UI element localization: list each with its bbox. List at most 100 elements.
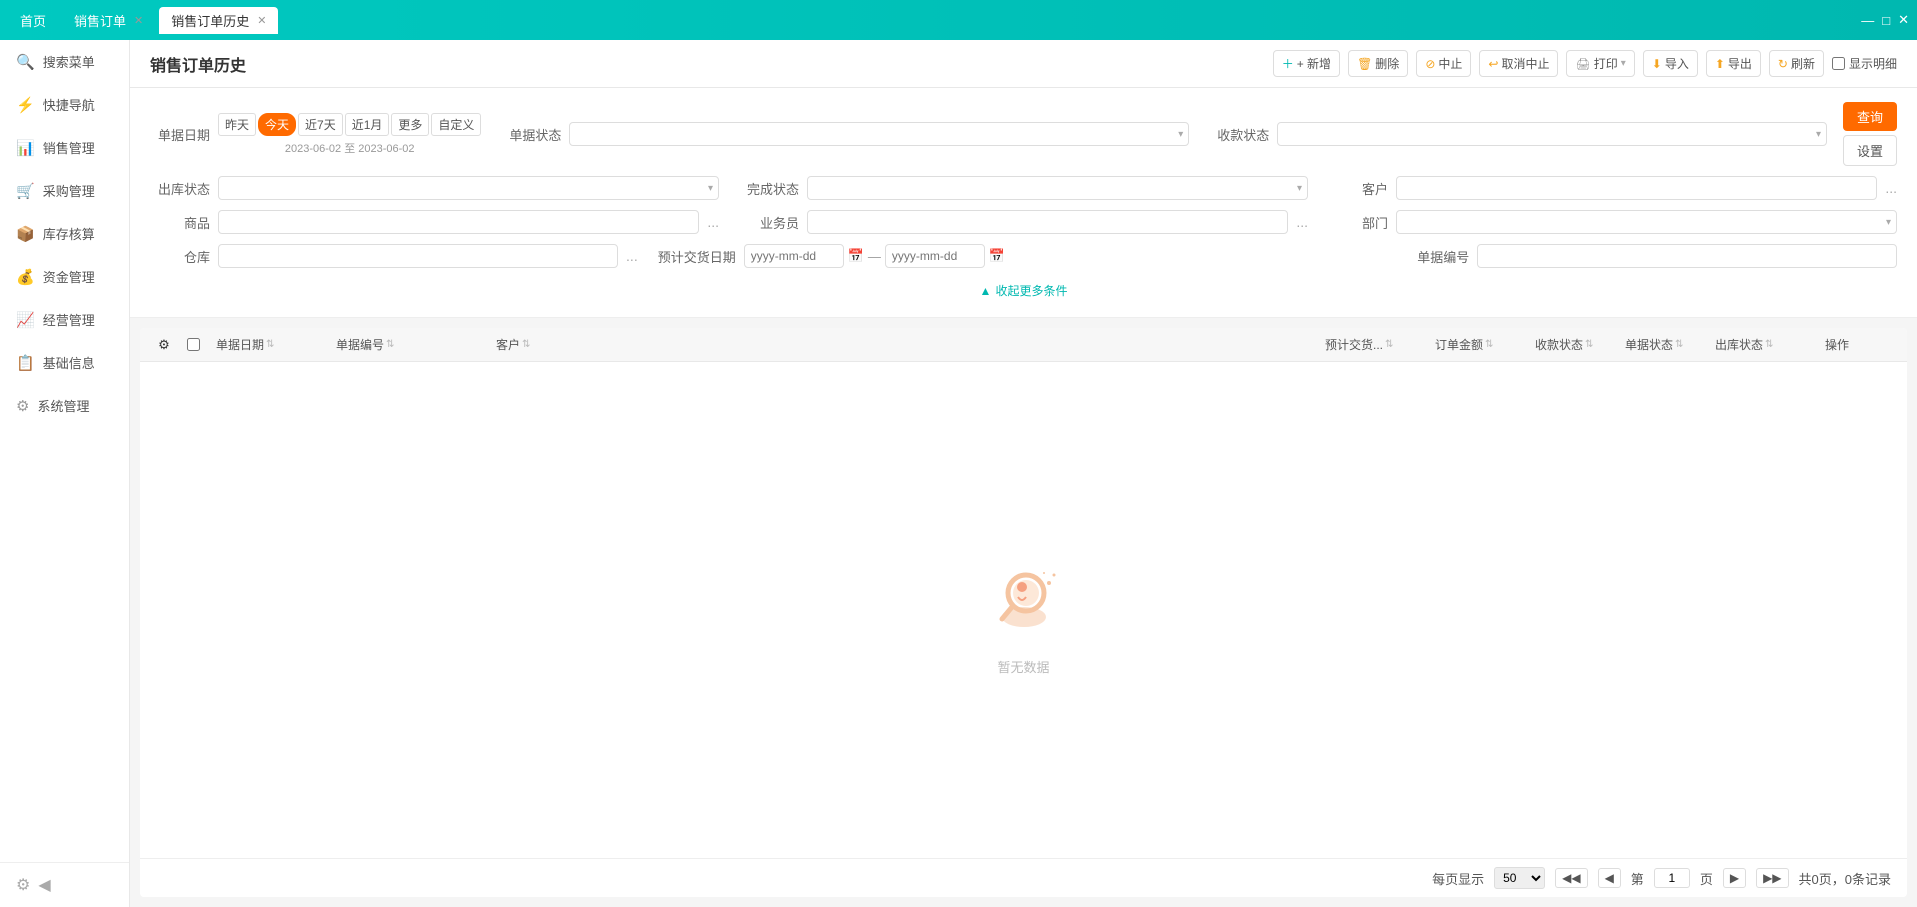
display-detail-checkbox-wrap[interactable]: 显示明细 bbox=[1832, 55, 1897, 72]
calendar-from-icon[interactable]: 📅 bbox=[848, 248, 864, 264]
th-customer[interactable]: 客户 ⇅ bbox=[488, 336, 1317, 353]
th-order-status[interactable]: 单据状态 ⇅ bbox=[1617, 336, 1707, 353]
delivery-date-label: 预计交货日期 bbox=[658, 247, 736, 266]
sidebar-item-business[interactable]: 📈 经营管理 bbox=[0, 298, 129, 341]
cancel-stop-button[interactable]: ↩ 取消中止 bbox=[1479, 50, 1558, 77]
prev-page-btn[interactable]: ◀ bbox=[1598, 868, 1621, 888]
sidebar-item-search[interactable]: 🔍 搜索菜单 bbox=[0, 40, 129, 83]
th-doc-date[interactable]: 单据日期 ⇅ bbox=[208, 336, 328, 353]
warehouse-dots-btn[interactable]: ... bbox=[626, 248, 638, 264]
empty-illustration bbox=[974, 545, 1074, 645]
warehouse-input[interactable] bbox=[218, 244, 618, 268]
pay-status-select[interactable] bbox=[1277, 122, 1827, 146]
date-range-display: 2023-06-02 至 2023-06-02 bbox=[285, 140, 415, 156]
sidebar-item-purchase[interactable]: 🛒 采购管理 bbox=[0, 169, 129, 212]
search-button[interactable]: 查询 bbox=[1843, 102, 1897, 131]
add-button[interactable]: ＋ + 新增 bbox=[1273, 50, 1340, 77]
collapse-up-icon: ▲ bbox=[980, 284, 992, 298]
sidebar-settings-btn[interactable]: ⚙ bbox=[16, 875, 30, 895]
export-icon: ⬆ bbox=[1715, 57, 1725, 71]
th-pay-status[interactable]: 收款状态 ⇅ bbox=[1527, 336, 1617, 353]
customer-input[interactable] bbox=[1396, 176, 1877, 200]
th-amount[interactable]: 订单金额 ⇅ bbox=[1427, 336, 1527, 353]
search-icon: 🔍 bbox=[16, 53, 35, 71]
delete-button[interactable]: 🗑 删除 bbox=[1348, 50, 1408, 77]
first-page-btn[interactable]: ◀◀ bbox=[1555, 868, 1587, 888]
delivery-date-to-input[interactable] bbox=[885, 244, 985, 268]
display-detail-checkbox[interactable] bbox=[1832, 57, 1845, 70]
settings-button[interactable]: 设置 bbox=[1843, 135, 1897, 166]
page-suffix: 页 bbox=[1700, 869, 1713, 888]
filter-dept: 部门 ▾ bbox=[1328, 210, 1897, 234]
finance-icon: 💰 bbox=[16, 268, 35, 286]
salesperson-dots-btn[interactable]: ... bbox=[1296, 214, 1308, 230]
print-button[interactable]: 🖨 打印 ▾ bbox=[1566, 50, 1634, 77]
doc-no-input[interactable] bbox=[1477, 244, 1897, 268]
sidebar-item-quicknav[interactable]: ⚡ 快捷导航 bbox=[0, 83, 129, 126]
empty-text: 暂无数据 bbox=[997, 657, 1049, 676]
sort-doc-no-icon: ⇅ bbox=[386, 339, 394, 350]
calendar-to-icon[interactable]: 📅 bbox=[989, 248, 1005, 264]
delivery-date-range: 📅 — 📅 bbox=[744, 244, 1005, 268]
refresh-button[interactable]: ↻ 刷新 bbox=[1769, 50, 1824, 77]
filter-row-3: 商品 ... 业务员 ... 部门 ▾ bbox=[150, 210, 1897, 234]
filter-complete-status: 完成状态 ▾ bbox=[739, 176, 1308, 200]
sidebar-item-info[interactable]: 📋 基础信息 bbox=[0, 341, 129, 384]
customer-dots-btn[interactable]: ... bbox=[1885, 180, 1897, 196]
doc-status-select[interactable] bbox=[569, 122, 1189, 146]
salesperson-input[interactable] bbox=[807, 210, 1288, 234]
sidebar-collapse-btn[interactable]: ◀ bbox=[38, 875, 50, 895]
date-btn-today[interactable]: 今天 bbox=[258, 113, 296, 136]
date-btn-custom[interactable]: 自定义 bbox=[431, 113, 481, 136]
product-dots-btn[interactable]: ... bbox=[707, 214, 719, 230]
sidebar-item-system[interactable]: ⚙ 系统管理 bbox=[0, 384, 129, 427]
date-btn-yesterday[interactable]: 昨天 bbox=[218, 113, 256, 136]
table-settings-icon[interactable]: ⚙ bbox=[150, 337, 178, 353]
date-btn-7days[interactable]: 近7天 bbox=[298, 113, 343, 136]
sales-icon: 📊 bbox=[16, 139, 35, 157]
page-title: 销售订单历史 bbox=[150, 52, 246, 76]
minimize-btn[interactable]: — bbox=[1861, 13, 1874, 28]
th-delivery[interactable]: 预计交货... ⇅ bbox=[1317, 336, 1427, 353]
export-button[interactable]: ⬆ 导出 bbox=[1706, 50, 1761, 77]
collapse-bar[interactable]: ▲ 收起更多条件 bbox=[150, 278, 1897, 303]
complete-status-select[interactable] bbox=[807, 176, 1308, 200]
salesperson-label: 业务员 bbox=[739, 213, 799, 232]
refresh-icon: ↻ bbox=[1778, 57, 1788, 71]
select-all-checkbox[interactable] bbox=[187, 338, 200, 351]
sidebar-item-sales[interactable]: 📊 销售管理 bbox=[0, 126, 129, 169]
close-btn[interactable]: ✕ bbox=[1898, 12, 1909, 28]
th-out-status[interactable]: 出库状态 ⇅ bbox=[1707, 336, 1817, 353]
tab-home[interactable]: 首页 bbox=[8, 7, 58, 34]
doc-no-label: 单据编号 bbox=[1409, 247, 1469, 266]
tab-sales-order-history[interactable]: 销售订单历史 ✕ bbox=[159, 7, 278, 34]
close-tab-sales-order-history[interactable]: ✕ bbox=[257, 14, 266, 27]
info-icon: 📋 bbox=[16, 354, 35, 372]
select-all-checkbox-col[interactable] bbox=[178, 338, 208, 351]
complete-status-label: 完成状态 bbox=[739, 179, 799, 198]
last-page-btn[interactable]: ▶▶ bbox=[1756, 868, 1788, 888]
product-input[interactable] bbox=[218, 210, 699, 234]
sidebar-item-finance[interactable]: 💰 资金管理 bbox=[0, 255, 129, 298]
import-button[interactable]: ⬇ 导入 bbox=[1643, 50, 1698, 77]
th-doc-no[interactable]: 单据编号 ⇅ bbox=[328, 336, 488, 353]
page-size-select[interactable]: 50 20 100 200 bbox=[1494, 867, 1545, 889]
delivery-date-from-input[interactable] bbox=[744, 244, 844, 268]
sort-pay-status-icon: ⇅ bbox=[1585, 339, 1593, 350]
out-status-select[interactable] bbox=[218, 176, 719, 200]
sort-delivery-icon: ⇅ bbox=[1385, 339, 1393, 350]
next-page-btn[interactable]: ▶ bbox=[1723, 868, 1746, 888]
close-tab-sales-order[interactable]: ✕ bbox=[134, 14, 143, 27]
dept-select[interactable] bbox=[1396, 210, 1897, 234]
empty-state: 暂无数据 bbox=[140, 362, 1907, 858]
date-btn-more[interactable]: 更多 bbox=[391, 113, 429, 136]
filter-out-status: 出库状态 ▾ bbox=[150, 176, 719, 200]
stop-icon: ⊘ bbox=[1425, 57, 1435, 71]
date-btn-1month[interactable]: 近1月 bbox=[345, 113, 390, 136]
tab-sales-order[interactable]: 销售订单 ✕ bbox=[62, 7, 155, 34]
page-input[interactable] bbox=[1654, 868, 1690, 888]
maximize-btn[interactable]: □ bbox=[1882, 13, 1890, 28]
filter-doc-date: 单据日期 昨天 今天 近7天 近1月 更多 自定义 2023-06-02 至 2… bbox=[150, 113, 481, 156]
stop-button[interactable]: ⊘ 中止 bbox=[1416, 50, 1471, 77]
sidebar-item-inventory[interactable]: 📦 库存核算 bbox=[0, 212, 129, 255]
